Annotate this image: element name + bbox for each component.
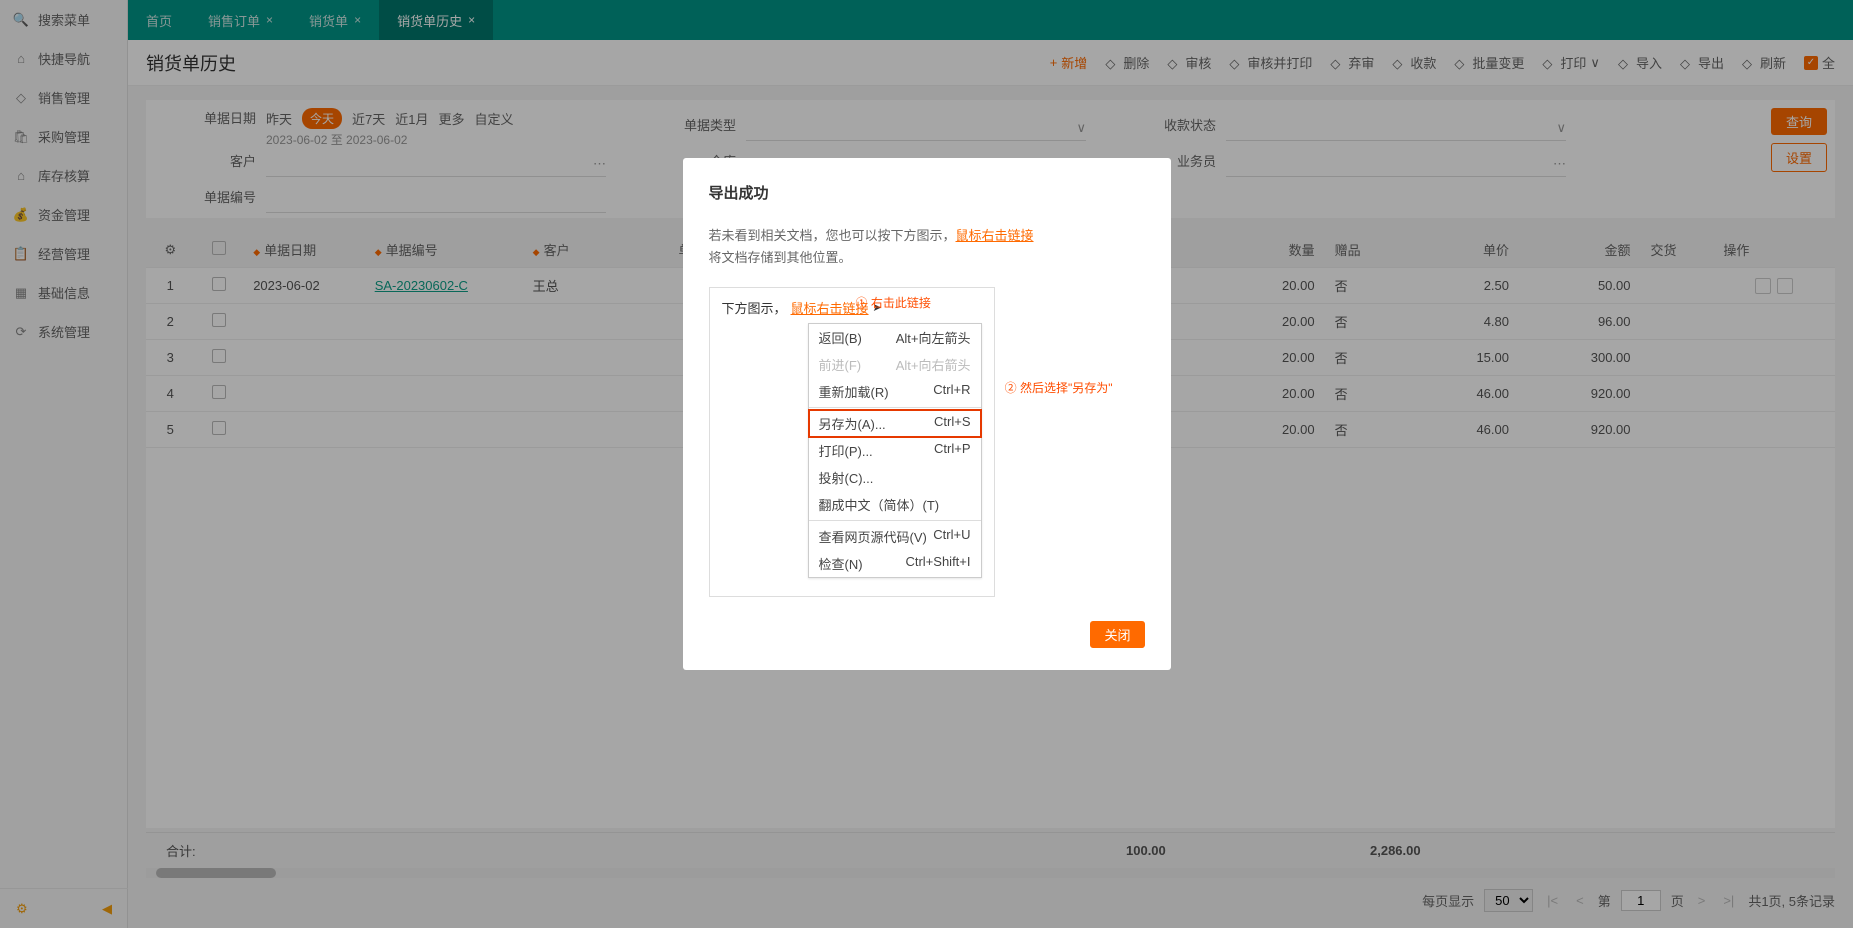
- ctx-item: 返回(B)Alt+向左箭头: [809, 324, 981, 351]
- right-click-link[interactable]: 鼠标右击链接: [956, 228, 1034, 243]
- context-menu-illustration: 返回(B)Alt+向左箭头前进(F)Alt+向右箭头重新加载(R)Ctrl+R 另…: [808, 323, 982, 578]
- annotation-2: ② 然后选择"另存为": [1005, 379, 1113, 396]
- annotation-1: ① 右击此链接: [856, 294, 931, 311]
- modal-overlay[interactable]: 导出成功 若未看到相关文档，您也可以按下方图示，鼠标右击链接 将文档存储到其他位…: [0, 0, 1853, 928]
- ctx-item: 查看网页源代码(V)Ctrl+U: [809, 523, 981, 550]
- ctx-item: 翻成中文（简体）(T): [809, 491, 981, 518]
- modal-title: 导出成功: [709, 182, 1145, 203]
- ctx-item: 前进(F)Alt+向右箭头: [809, 351, 981, 378]
- ctx-item: 另存为(A)...Ctrl+S: [808, 409, 982, 438]
- ctx-item: 投射(C)...: [809, 464, 981, 491]
- ctx-item: 打印(P)...Ctrl+P: [809, 437, 981, 464]
- modal-illustration: ① 右击此链接 下方图示， 鼠标右击链接 ➤ 返回(B)Alt+向左箭头前进(F…: [709, 287, 995, 597]
- ctx-item: 检查(N)Ctrl+Shift+I: [809, 550, 981, 577]
- export-success-modal: 导出成功 若未看到相关文档，您也可以按下方图示，鼠标右击链接 将文档存储到其他位…: [683, 158, 1171, 670]
- ctx-item: 重新加载(R)Ctrl+R: [809, 378, 981, 405]
- modal-description: 若未看到相关文档，您也可以按下方图示，鼠标右击链接 将文档存储到其他位置。: [709, 225, 1145, 269]
- close-button[interactable]: 关闭: [1090, 621, 1144, 648]
